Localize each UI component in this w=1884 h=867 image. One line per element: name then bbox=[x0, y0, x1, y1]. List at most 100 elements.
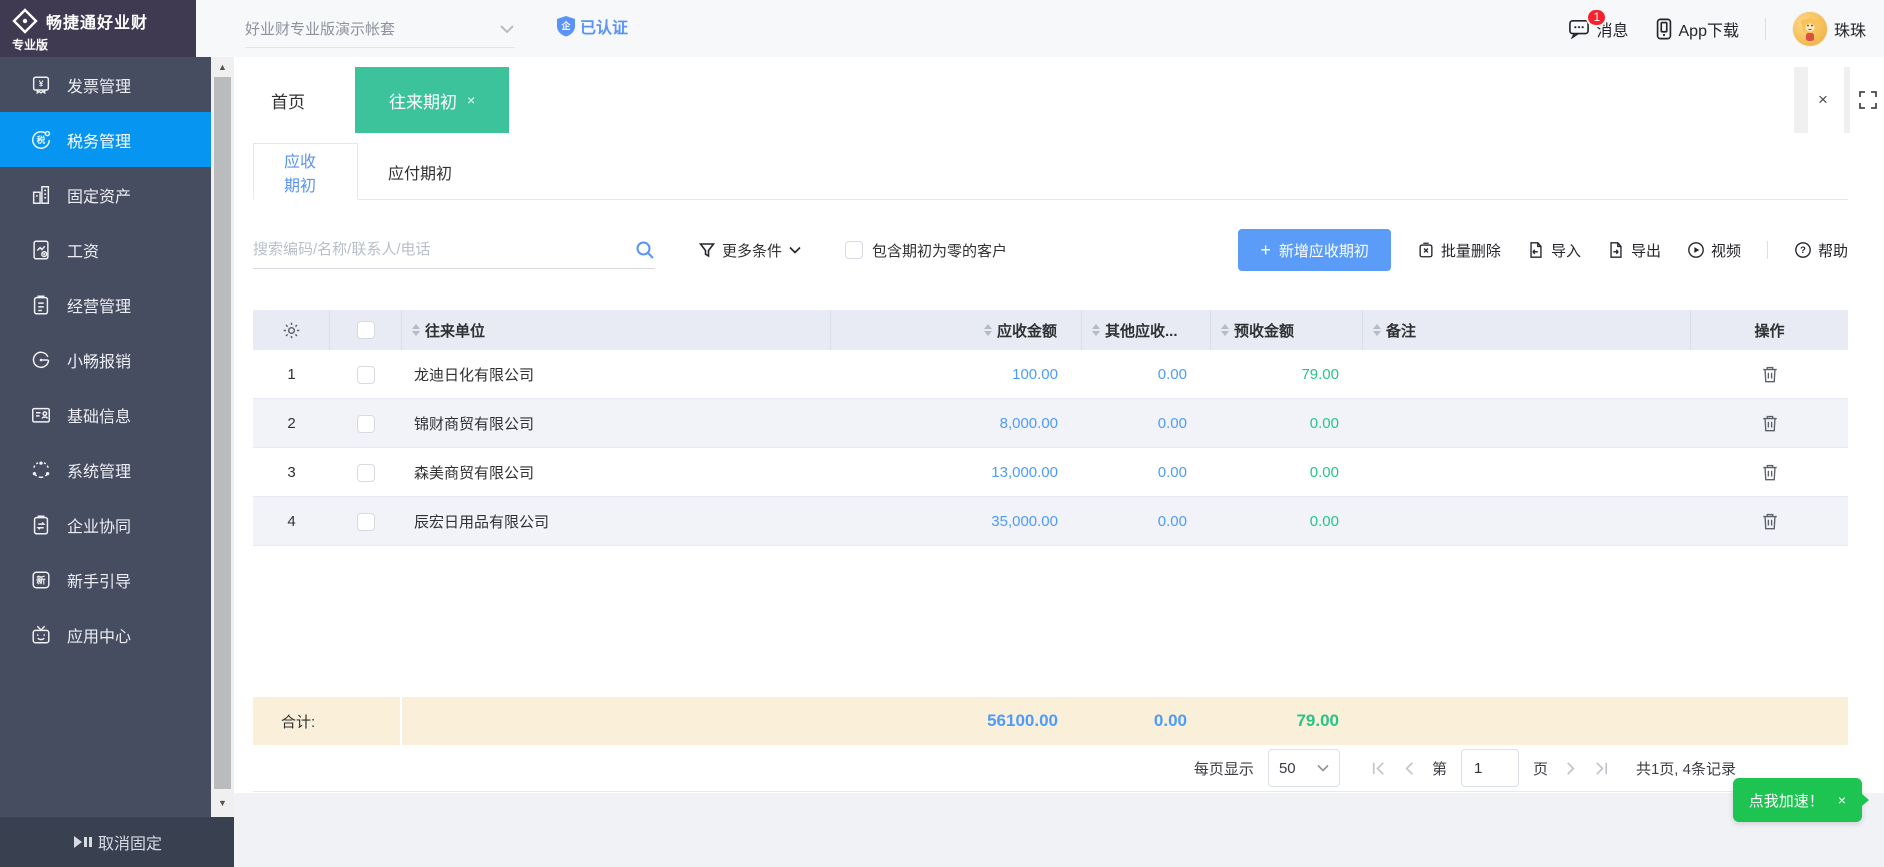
shield-icon: 企 bbox=[556, 15, 576, 37]
import-icon bbox=[1530, 242, 1542, 258]
tab-payable-opening[interactable]: 应付期初 bbox=[358, 143, 482, 200]
sidebar-item-guide[interactable]: 新 新手引导 bbox=[0, 552, 211, 607]
advance-amount: 0.00 bbox=[1309, 464, 1339, 481]
batch-delete-button[interactable]: 批量删除 bbox=[1417, 240, 1501, 261]
page-number-input[interactable] bbox=[1460, 749, 1519, 787]
sidebar-item-business[interactable]: 经营管理 bbox=[0, 277, 211, 332]
gear-icon[interactable] bbox=[282, 321, 301, 340]
more-filters-button[interactable]: 更多条件 bbox=[699, 240, 801, 261]
last-page-icon[interactable] bbox=[1593, 760, 1610, 777]
row-checkbox-cell[interactable] bbox=[330, 497, 402, 546]
close-all-tabs-button[interactable]: × bbox=[1794, 67, 1838, 133]
table-row[interactable]: 4 辰宏日用品有限公司 35,000.00 0.00 0.00 bbox=[253, 497, 1848, 546]
row-checkbox-cell[interactable] bbox=[330, 448, 402, 497]
sidebar-item-system[interactable]: 系统管理 bbox=[0, 442, 211, 497]
sort-icon[interactable] bbox=[983, 324, 992, 336]
page-size-select[interactable]: 50 bbox=[1267, 749, 1340, 787]
tab-close-icon[interactable]: × bbox=[467, 92, 475, 108]
tab-home[interactable]: 首页 bbox=[245, 67, 331, 133]
table-row[interactable]: 3 森美商贸有限公司 13,000.00 0.00 0.00 bbox=[253, 448, 1848, 497]
sidebar-scrollbar[interactable]: ▲ ▼ bbox=[211, 57, 234, 817]
toolbar: 更多条件 包含期初为零的客户 + 新增应收期初 批量删除 导入 导出 bbox=[253, 200, 1848, 300]
table-row[interactable]: 1 龙迪日化有限公司 100.00 0.00 79.00 bbox=[253, 350, 1848, 399]
sort-icon[interactable] bbox=[412, 324, 420, 336]
tab-receivable-opening[interactable]: 应收期初 bbox=[253, 143, 358, 200]
header-receivable[interactable]: 应收金额 bbox=[831, 310, 1082, 350]
sort-icon[interactable] bbox=[1092, 324, 1100, 336]
header-note[interactable]: 备注 bbox=[1363, 310, 1691, 350]
import-button[interactable]: 导入 bbox=[1527, 240, 1581, 261]
table-row[interactable]: 2 锦财商贸有限公司 8,000.00 0.00 0.00 bbox=[253, 399, 1848, 448]
header-advance[interactable]: 预收金额 bbox=[1211, 310, 1363, 350]
speed-up-button[interactable]: 点我加速！ × bbox=[1732, 778, 1870, 822]
sidebar-item-basic-info[interactable]: 基础信息 bbox=[0, 387, 211, 442]
header-other[interactable]: 其他应收... bbox=[1082, 310, 1211, 350]
advance-amount: 79.00 bbox=[1301, 366, 1339, 383]
include-zero-checkbox-row[interactable]: 包含期初为零的客户 bbox=[845, 240, 1007, 261]
header-receivable-label: 应收金额 bbox=[996, 322, 1057, 340]
operation-cell bbox=[1691, 350, 1848, 399]
sidebar-item-label: 小畅报销 bbox=[67, 353, 132, 371]
row-checkbox[interactable] bbox=[357, 463, 375, 482]
table-body: 1 龙迪日化有限公司 100.00 0.00 79.00 2 锦财商贸有限公司 8,000.0… bbox=[253, 350, 1848, 546]
scroll-down-icon[interactable]: ▼ bbox=[211, 795, 234, 811]
sidebar-item-reimburse[interactable]: 小畅报销 bbox=[0, 332, 211, 387]
delete-row-icon[interactable] bbox=[1761, 414, 1779, 433]
sidebar-item-tax[interactable]: 税 税务管理 bbox=[0, 112, 211, 167]
sidebar-item-payroll[interactable]: 工资 bbox=[0, 222, 211, 277]
delete-row-icon[interactable] bbox=[1761, 365, 1779, 384]
select-all-checkbox[interactable] bbox=[356, 321, 375, 339]
unpin-label: 取消固定 bbox=[97, 836, 162, 853]
tab-partner-opening[interactable]: 往来期初 × bbox=[355, 67, 510, 133]
row-checkbox[interactable] bbox=[357, 512, 375, 531]
sidebar-item-app-center[interactable]: 应用中心 bbox=[0, 607, 211, 662]
header-partner[interactable]: 往来单位 bbox=[402, 310, 831, 350]
app-download-button[interactable]: App下载 bbox=[1655, 17, 1739, 41]
speed-up-label: 点我加速！ bbox=[1748, 792, 1824, 810]
brand-title: 畅捷通好业财 bbox=[46, 15, 149, 32]
unpin-sidebar-button[interactable]: 取消固定 bbox=[0, 817, 234, 867]
receivable-amount: 8,000.00 bbox=[999, 415, 1058, 432]
video-button[interactable]: 视频 bbox=[1687, 240, 1741, 261]
operation-cell bbox=[1691, 448, 1848, 497]
row-index: 4 bbox=[287, 513, 296, 530]
video-play-icon bbox=[1688, 242, 1704, 258]
sidebar-item-fixed-assets[interactable]: 固定资产 bbox=[0, 167, 211, 222]
avatar bbox=[1791, 10, 1828, 47]
scrollbar-thumb[interactable] bbox=[214, 77, 231, 789]
include-zero-checkbox[interactable] bbox=[845, 241, 864, 259]
delete-row-icon[interactable] bbox=[1761, 463, 1779, 482]
note-cell bbox=[1363, 497, 1691, 546]
account-selector[interactable]: 好业财专业版演示帐套 bbox=[245, 10, 515, 48]
row-checkbox[interactable] bbox=[357, 365, 375, 384]
select-all-cell[interactable] bbox=[330, 310, 402, 350]
reimburse-icon bbox=[30, 349, 52, 371]
add-receivable-button[interactable]: + 新增应收期初 bbox=[1238, 229, 1391, 271]
row-checkbox-cell[interactable] bbox=[330, 399, 402, 448]
page-size-value: 50 bbox=[1278, 759, 1296, 777]
export-button[interactable]: 导出 bbox=[1607, 240, 1661, 261]
row-checkbox[interactable] bbox=[357, 414, 375, 433]
sort-icon[interactable] bbox=[1221, 324, 1229, 336]
next-page-icon[interactable] bbox=[1562, 760, 1579, 777]
close-icon[interactable]: × bbox=[1838, 792, 1846, 808]
help-button[interactable]: ? 帮助 bbox=[1794, 240, 1848, 261]
row-checkbox-cell[interactable] bbox=[330, 350, 402, 399]
messages-button[interactable]: 消息 1 bbox=[1568, 7, 1629, 41]
scroll-up-icon[interactable]: ▲ bbox=[211, 59, 234, 75]
sidebar-item-collab[interactable]: 企业协同 bbox=[0, 497, 211, 552]
search-icon[interactable] bbox=[635, 240, 655, 260]
fullscreen-icon[interactable] bbox=[1844, 67, 1884, 133]
prev-page-icon[interactable] bbox=[1401, 760, 1418, 777]
column-settings-cell[interactable] bbox=[253, 310, 330, 350]
search-input[interactable] bbox=[253, 241, 613, 258]
user-menu[interactable]: 珠珠 bbox=[1791, 10, 1866, 47]
import-label: 导入 bbox=[1550, 242, 1581, 260]
row-index: 1 bbox=[287, 366, 296, 383]
delete-row-icon[interactable] bbox=[1761, 512, 1779, 531]
sort-icon[interactable] bbox=[1373, 324, 1381, 336]
first-page-icon[interactable] bbox=[1370, 760, 1387, 777]
page-suffix: 页 bbox=[1532, 760, 1548, 778]
sidebar-item-invoice[interactable]: ¥ 发票管理 bbox=[0, 57, 211, 112]
topbar-divider bbox=[1764, 17, 1766, 40]
